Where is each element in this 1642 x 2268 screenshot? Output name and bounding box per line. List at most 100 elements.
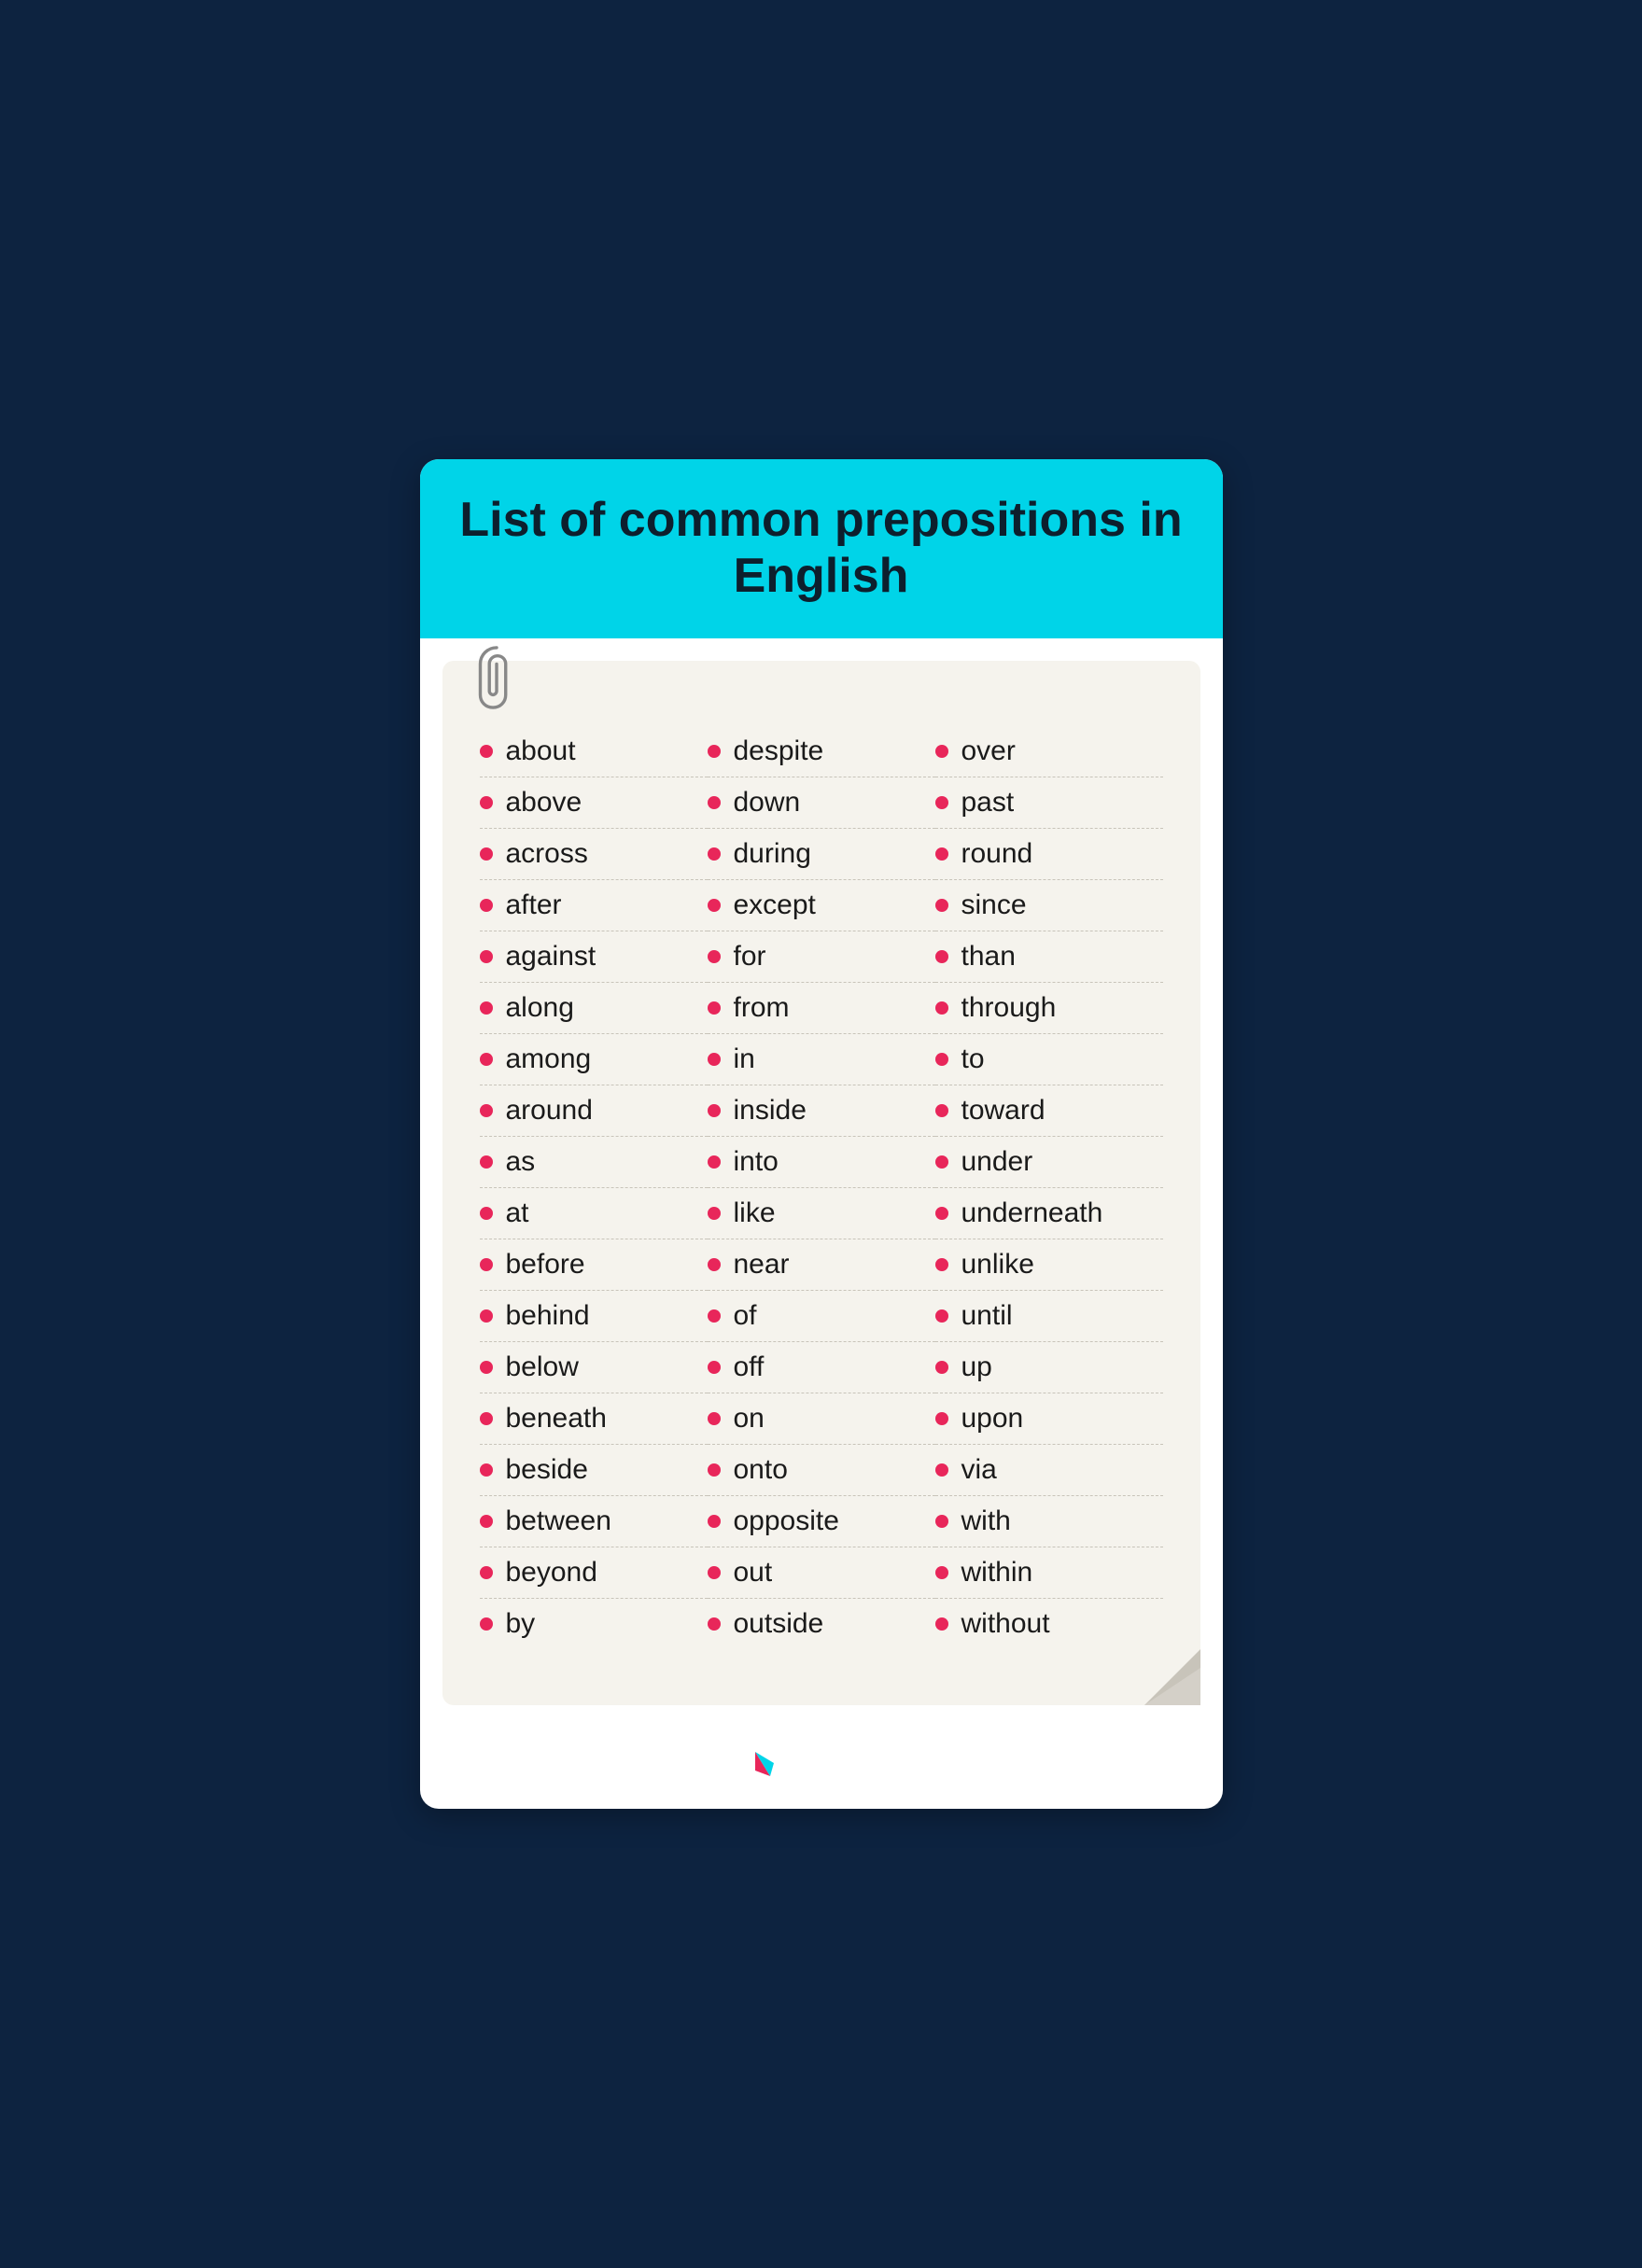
list-item: up xyxy=(935,1342,1163,1393)
list-item: before xyxy=(480,1239,708,1291)
bullet-icon xyxy=(708,1001,721,1015)
word-label: on xyxy=(734,1403,765,1435)
word-label: from xyxy=(734,992,790,1024)
word-label: past xyxy=(961,787,1015,819)
word-label: by xyxy=(506,1608,536,1640)
list-item: through xyxy=(935,983,1163,1034)
bullet-icon xyxy=(480,1515,493,1528)
list-item: underneath xyxy=(935,1188,1163,1239)
word-label: out xyxy=(734,1557,773,1589)
bullet-icon xyxy=(708,1515,721,1528)
bullet-icon xyxy=(480,1155,493,1169)
word-label: during xyxy=(734,838,811,870)
list-item: within xyxy=(935,1547,1163,1599)
paperclip-icon xyxy=(476,644,517,709)
word-label: within xyxy=(961,1557,1033,1589)
bullet-icon xyxy=(708,950,721,963)
bullet-icon xyxy=(935,1155,948,1169)
bullet-icon xyxy=(480,1001,493,1015)
bullet-icon xyxy=(480,1104,493,1117)
brand-name: preply xyxy=(794,1750,890,1786)
list-item: after xyxy=(480,880,708,931)
list-item: than xyxy=(935,931,1163,983)
bullet-icon xyxy=(708,1258,721,1271)
page-title: List of common prepositions in English xyxy=(457,493,1186,605)
list-item: round xyxy=(935,829,1163,880)
list-item: past xyxy=(935,777,1163,829)
bullet-icon xyxy=(935,1515,948,1528)
word-label: about xyxy=(506,735,576,767)
bullet-icon xyxy=(480,1617,493,1631)
list-item: without xyxy=(935,1599,1163,1649)
bullet-icon xyxy=(708,1566,721,1579)
bullet-icon xyxy=(708,1104,721,1117)
bullet-icon xyxy=(480,950,493,963)
list-item: via xyxy=(935,1445,1163,1496)
word-label: until xyxy=(961,1300,1013,1332)
word-label: via xyxy=(961,1454,997,1486)
word-label: except xyxy=(734,889,816,921)
bullet-icon xyxy=(935,1104,948,1117)
list-item: during xyxy=(708,829,935,880)
word-label: up xyxy=(961,1351,992,1383)
list-item: since xyxy=(935,880,1163,931)
word-label: across xyxy=(506,838,588,870)
list-item: to xyxy=(935,1034,1163,1085)
bullet-icon xyxy=(935,1566,948,1579)
bullet-icon xyxy=(480,1207,493,1220)
bullet-icon xyxy=(480,1258,493,1271)
bullet-icon xyxy=(708,1053,721,1066)
list-item: at xyxy=(480,1188,708,1239)
word-label: inside xyxy=(734,1095,807,1127)
list-item: upon xyxy=(935,1393,1163,1445)
bullet-icon xyxy=(935,1412,948,1425)
list-item: among xyxy=(480,1034,708,1085)
bullet-icon xyxy=(935,1001,948,1015)
bullet-icon xyxy=(480,899,493,912)
list-item: out xyxy=(708,1547,935,1599)
card: List of common prepositions in English a… xyxy=(420,459,1223,1809)
word-label: over xyxy=(961,735,1016,767)
bullet-icon xyxy=(480,1566,493,1579)
bullet-icon xyxy=(935,1309,948,1323)
word-label: opposite xyxy=(734,1505,839,1537)
word-label: off xyxy=(734,1351,765,1383)
list-item: about xyxy=(480,726,708,777)
bullet-icon xyxy=(708,745,721,758)
bullet-icon xyxy=(708,1155,721,1169)
word-label: to xyxy=(961,1043,985,1075)
list-item: onto xyxy=(708,1445,935,1496)
list-item: beyond xyxy=(480,1547,708,1599)
word-label: outside xyxy=(734,1608,824,1640)
bullet-icon xyxy=(935,1053,948,1066)
bullet-icon xyxy=(480,1309,493,1323)
column-1: aboutaboveacrossafteragainstalongamongar… xyxy=(480,726,708,1649)
list-item: despite xyxy=(708,726,935,777)
word-label: beneath xyxy=(506,1403,607,1435)
word-label: onto xyxy=(734,1454,788,1486)
word-label: underneath xyxy=(961,1197,1103,1229)
list-item: for xyxy=(708,931,935,983)
preply-icon xyxy=(751,1750,787,1785)
bullet-icon xyxy=(708,1207,721,1220)
word-label: for xyxy=(734,941,766,973)
list-item: until xyxy=(935,1291,1163,1342)
bullet-icon xyxy=(480,1463,493,1477)
word-label: despite xyxy=(734,735,824,767)
bullet-icon xyxy=(708,1617,721,1631)
list-item: into xyxy=(708,1137,935,1188)
bullet-icon xyxy=(935,1361,948,1374)
word-label: as xyxy=(506,1146,536,1178)
list-item: below xyxy=(480,1342,708,1393)
list-item: like xyxy=(708,1188,935,1239)
list-item: from xyxy=(708,983,935,1034)
word-label: down xyxy=(734,787,801,819)
bullet-icon xyxy=(480,847,493,861)
column-3: overpastroundsincethanthroughtotowardund… xyxy=(935,726,1163,1649)
list-item: around xyxy=(480,1085,708,1137)
list-item: inside xyxy=(708,1085,935,1137)
bullet-icon xyxy=(935,1207,948,1220)
word-label: upon xyxy=(961,1403,1024,1435)
bullet-icon xyxy=(708,1463,721,1477)
list-item: unlike xyxy=(935,1239,1163,1291)
